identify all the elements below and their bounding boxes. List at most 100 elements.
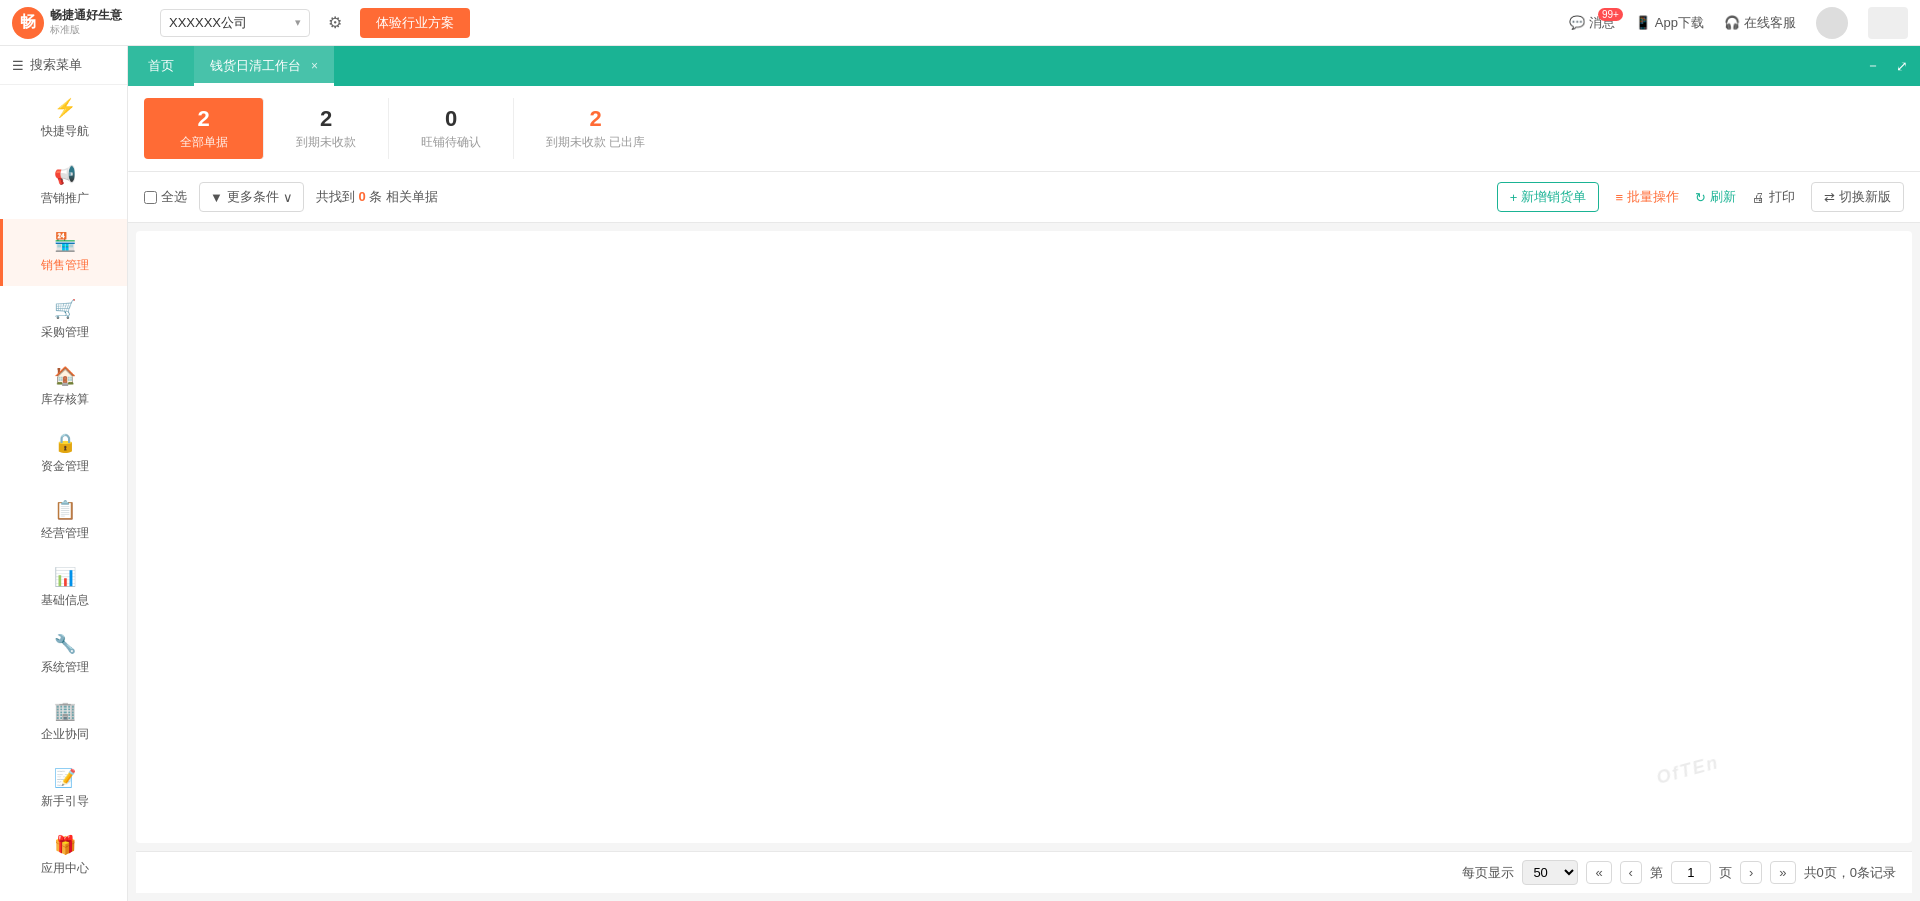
main-layout: ☰ 搜索菜单 ⚡ 快捷导航 📢 营销推广 🏪 销售管理 🛒 采购管理 🏠 库存核… [0, 46, 1920, 901]
search-menu[interactable]: ☰ 搜索菜单 [0, 46, 127, 85]
per-page-select[interactable]: 50 20 100 [1522, 860, 1578, 885]
first-page-button[interactable]: « [1586, 861, 1611, 884]
sidebar-label-app-center: 应用中心 [41, 860, 89, 877]
filter-arrow-icon: ∨ [283, 190, 293, 205]
switch-version-button[interactable]: ⇄ 切换新版 [1811, 182, 1904, 212]
tab-active[interactable]: 钱货日清工作台 × [194, 46, 334, 86]
prev-page-button[interactable]: ‹ [1620, 861, 1642, 884]
sidebar-item-purchase[interactable]: 🛒 采购管理 [0, 286, 127, 353]
batch-operation-button[interactable]: ≡ 批量操作 [1615, 188, 1679, 206]
tab-active-label: 钱货日清工作台 [210, 57, 301, 75]
app-download-action[interactable]: 📱 App下载 [1635, 14, 1704, 32]
page-prefix: 第 [1650, 864, 1663, 882]
page-suffix: 页 [1719, 864, 1732, 882]
guide-icon: 📝 [54, 767, 76, 789]
header-right: 💬 消息 99+ 📱 App下载 🎧 在线客服 [1569, 7, 1908, 39]
sidebar-label-system: 系统管理 [41, 659, 89, 676]
sidebar-item-app-center[interactable]: 🎁 应用中心 [0, 822, 127, 889]
stat-label-overdue: 到期未收款 [296, 134, 356, 151]
sidebar-item-wechat[interactable]: 💬 企业微信 [0, 889, 127, 901]
select-all-input[interactable] [144, 191, 157, 204]
trial-button[interactable]: 体验行业方案 [360, 8, 470, 38]
message-action[interactable]: 💬 消息 99+ [1569, 14, 1615, 32]
sidebar-item-system[interactable]: 🔧 系统管理 [0, 621, 127, 688]
last-page-button[interactable]: » [1770, 861, 1795, 884]
print-icon: 🖨 [1752, 190, 1765, 205]
tab-indicator [194, 83, 334, 86]
switch-icon: ⇄ [1824, 190, 1835, 205]
logo-icon: 畅 [12, 7, 44, 39]
message-icon: 💬 [1569, 15, 1585, 30]
stat-card-overdue[interactable]: 2 到期未收款 [264, 98, 389, 159]
print-button[interactable]: 🖨 打印 [1752, 188, 1795, 206]
found-suffix: 相关单据 [386, 189, 438, 204]
stat-card-all[interactable]: 2 全部单据 [144, 98, 264, 159]
enterprise-icon: 🏢 [54, 700, 76, 722]
select-all-checkbox[interactable]: 全选 [144, 188, 187, 206]
switch-label: 切换新版 [1839, 188, 1891, 206]
settings-icon[interactable]: ⚙ [320, 8, 350, 38]
add-icon: + [1510, 190, 1518, 205]
sidebar-item-enterprise[interactable]: 🏢 企业协同 [0, 688, 127, 755]
tab-home-label: 首页 [148, 57, 174, 75]
app-title: 畅捷通好生意 [50, 8, 122, 22]
tabs-bar: 首页 钱货日清工作台 × － ⤢ [128, 46, 1920, 86]
stat-number-all: 2 [197, 106, 209, 132]
pagination-bar: 每页显示 50 20 100 « ‹ 第 页 › » 共0页，0条记录 [136, 851, 1912, 893]
sidebar: ☰ 搜索菜单 ⚡ 快捷导航 📢 营销推广 🏪 销售管理 🛒 采购管理 🏠 库存核… [0, 46, 128, 901]
add-sales-order-button[interactable]: + 新增销货单 [1497, 182, 1600, 212]
select-all-label: 全选 [161, 188, 187, 206]
found-text: 共找到 0 条 相关单据 [316, 188, 438, 206]
stat-card-pending[interactable]: 0 旺铺待确认 [389, 98, 514, 159]
refresh-button[interactable]: ↻ 刷新 [1695, 188, 1736, 206]
sidebar-item-inventory[interactable]: 🏠 库存核算 [0, 353, 127, 420]
sidebar-label-guide: 新手引导 [41, 793, 89, 810]
system-icon: 🔧 [54, 633, 76, 655]
filter-button[interactable]: ▼ 更多条件 ∨ [199, 182, 304, 212]
tab-minimize-icon[interactable]: － [1862, 53, 1884, 79]
user-avatar[interactable] [1816, 7, 1848, 39]
sidebar-item-operations[interactable]: 📋 经营管理 [0, 487, 127, 554]
sidebar-item-marketing[interactable]: 📢 营销推广 [0, 152, 127, 219]
sidebar-item-guide[interactable]: 📝 新手引导 [0, 755, 127, 822]
page-content: 2 全部单据 2 到期未收款 0 旺铺待确认 2 到期未收款 已出库 [128, 86, 1920, 901]
company-dropdown-icon: ▾ [295, 16, 301, 29]
found-unit: 条 [369, 189, 382, 204]
user-menu[interactable] [1868, 7, 1908, 39]
tab-expand-icon[interactable]: ⤢ [1892, 54, 1912, 78]
inventory-icon: 🏠 [54, 365, 76, 387]
logo-area: 畅 畅捷通好生意 标准版 [12, 7, 140, 39]
finance-icon: 🔒 [54, 432, 76, 454]
sidebar-item-quick-nav[interactable]: ⚡ 快捷导航 [0, 85, 127, 152]
sidebar-item-basic-info[interactable]: 📊 基础信息 [0, 554, 127, 621]
sidebar-item-finance[interactable]: 🔒 资金管理 [0, 420, 127, 487]
tab-home[interactable]: 首页 [128, 46, 194, 86]
sidebar-label-purchase: 采购管理 [41, 324, 89, 341]
purchase-icon: 🛒 [54, 298, 76, 320]
tab-close-icon[interactable]: × [311, 59, 318, 73]
sidebar-label-sales: 销售管理 [41, 257, 89, 274]
sales-icon: 🏪 [54, 231, 76, 253]
per-page-label: 每页显示 [1462, 864, 1514, 882]
service-icon: 🎧 [1724, 15, 1740, 30]
online-service-action[interactable]: 🎧 在线客服 [1724, 14, 1796, 32]
add-label: 新增销货单 [1521, 188, 1586, 206]
online-service-label: 在线客服 [1744, 14, 1796, 32]
filter-label: 更多条件 [227, 188, 279, 206]
sidebar-label-finance: 资金管理 [41, 458, 89, 475]
sidebar-label-enterprise: 企业协同 [41, 726, 89, 743]
marketing-icon: 📢 [54, 164, 76, 186]
stat-label-pending: 旺铺待确认 [421, 134, 481, 151]
tabs-right: － ⤢ [1862, 53, 1920, 79]
batch-icon: ≡ [1615, 190, 1623, 205]
sidebar-item-sales[interactable]: 🏪 销售管理 [0, 219, 127, 286]
stat-card-shipped[interactable]: 2 到期未收款 已出库 [514, 98, 677, 159]
filter-icon: ▼ [210, 190, 223, 205]
page-input[interactable] [1671, 861, 1711, 884]
search-icon: ☰ [12, 58, 24, 73]
toolbar: 全选 ▼ 更多条件 ∨ 共找到 0 条 相关单据 + 新增销货单 [128, 172, 1920, 223]
sidebar-label-marketing: 营销推广 [41, 190, 89, 207]
company-selector[interactable]: XXXXXX公司 ▾ [160, 9, 310, 37]
next-page-button[interactable]: › [1740, 861, 1762, 884]
content-area: 首页 钱货日清工作台 × － ⤢ 2 全部单据 2 [128, 46, 1920, 901]
